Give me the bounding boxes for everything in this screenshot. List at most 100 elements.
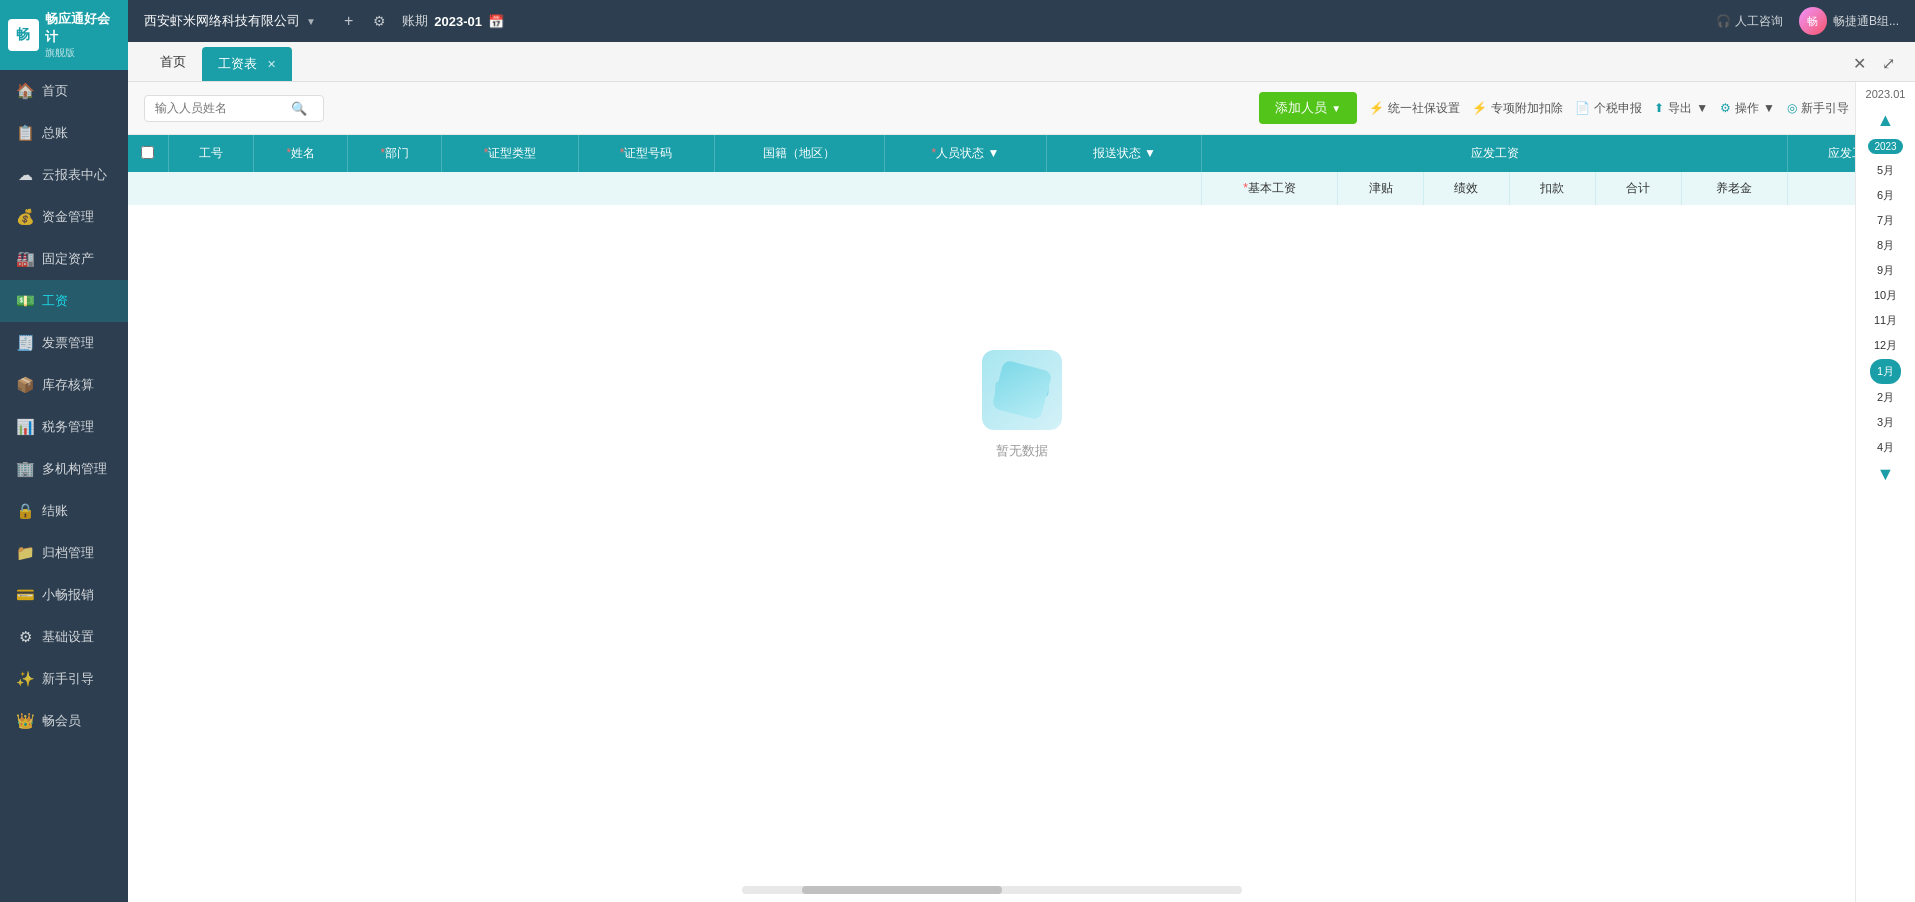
svg-rect-4: [1029, 384, 1033, 388]
company-name: 西安虾米网络科技有限公司: [144, 12, 300, 30]
month-6[interactable]: 6月: [1864, 183, 1906, 208]
th-checkbox[interactable]: [128, 135, 168, 172]
personal-tax-button[interactable]: 📄 个税申报: [1575, 100, 1642, 117]
empty-text: 暂无数据: [996, 442, 1048, 460]
search-icon: 🔍: [291, 101, 307, 116]
month-8[interactable]: 8月: [1864, 233, 1906, 258]
status-filter-icon[interactable]: ▼: [988, 146, 1000, 160]
sidebar-item-tax[interactable]: 📊 税务管理: [0, 406, 128, 448]
th-sub-spacer: [128, 172, 1201, 205]
sidebar-item-archive[interactable]: 📁 归档管理: [0, 532, 128, 574]
new-guide-button[interactable]: ◎ 新手引导: [1787, 100, 1849, 117]
sidebar-label-cloud-report: 云报表中心: [42, 166, 107, 184]
svg-rect-2: [1026, 381, 1036, 391]
export-button[interactable]: ⬆ 导出 ▼: [1654, 100, 1708, 117]
app-version: 旗舰版: [45, 46, 120, 60]
period-info: 账期 2023-01 📅: [402, 12, 504, 30]
sidebar-item-inventory[interactable]: 📦 库存核算: [0, 364, 128, 406]
customer-service[interactable]: 🎧 人工咨询: [1716, 13, 1783, 30]
next-year-button[interactable]: ▼: [1873, 460, 1899, 489]
tab-salary[interactable]: 工资表 ✕: [202, 47, 292, 81]
sidebar-item-expense[interactable]: 💳 小畅报销: [0, 574, 128, 616]
service-label: 人工咨询: [1735, 13, 1783, 30]
month-11[interactable]: 11月: [1864, 308, 1906, 333]
sidebar-label-expense: 小畅报销: [42, 586, 94, 604]
tab-home[interactable]: 首页: [144, 45, 202, 81]
prev-year-button[interactable]: ▲: [1873, 106, 1899, 135]
month-2[interactable]: 2月: [1864, 385, 1906, 410]
sidebar-label-tax: 税务管理: [42, 418, 94, 436]
special-deduction-icon: ⚡: [1472, 101, 1487, 115]
month-4[interactable]: 4月: [1864, 435, 1906, 460]
month-5[interactable]: 5月: [1864, 158, 1906, 183]
th-id: 工号: [168, 135, 254, 172]
sidebar-item-invoice[interactable]: 🧾 发票管理: [0, 322, 128, 364]
archive-icon: 📁: [16, 544, 34, 562]
month-9[interactable]: 9月: [1864, 258, 1906, 283]
scrollbar-thumb[interactable]: [802, 886, 1002, 894]
svg-rect-3: [1011, 384, 1015, 388]
sidebar-item-salary[interactable]: 💵 工资: [0, 280, 128, 322]
social-security-button[interactable]: ⚡ 统一社保设置: [1369, 100, 1460, 117]
user-menu[interactable]: 畅 畅捷通B组...: [1799, 7, 1899, 35]
th-id-no: *证型号码: [578, 135, 714, 172]
company-selector[interactable]: 西安虾米网络科技有限公司 ▼: [144, 12, 316, 30]
sidebar-item-cloud-report[interactable]: ☁ 云报表中心: [0, 154, 128, 196]
salary-icon: 💵: [16, 292, 34, 310]
sidebar-item-close[interactable]: 🔒 结账: [0, 490, 128, 532]
month-10[interactable]: 10月: [1864, 283, 1906, 308]
scrollbar-track: [742, 886, 1242, 894]
tab-salary-close[interactable]: ✕: [267, 58, 276, 70]
toolbar: 🔍 添加人员 ▼ ⚡ 统一社保设置 ⚡ 专项附加扣除 📄 个税申报 ⬆ 导出: [128, 82, 1915, 135]
th-performance: 绩效: [1423, 172, 1509, 205]
sidebar-item-ledger[interactable]: 📋 总账: [0, 112, 128, 154]
sidebar-label-guide: 新手引导: [42, 670, 94, 688]
month-1[interactable]: 1月: [1870, 359, 1900, 384]
sidebar-label-inventory: 库存核算: [42, 376, 94, 394]
settings-button[interactable]: ⚙: [369, 9, 390, 33]
select-all-checkbox[interactable]: [141, 146, 154, 159]
special-deduction-button[interactable]: ⚡ 专项附加扣除: [1472, 100, 1563, 117]
sidebar-item-fixed-assets[interactable]: 🏭 固定资产: [0, 238, 128, 280]
tabs-bar: 首页 工资表 ✕ ✕ ⤢: [128, 42, 1915, 82]
member-icon: 👑: [16, 712, 34, 730]
month-3[interactable]: 3月: [1864, 410, 1906, 435]
sidebar-item-multi-org[interactable]: 🏢 多机构管理: [0, 448, 128, 490]
add-person-button[interactable]: 添加人员 ▼: [1259, 92, 1357, 124]
month-7[interactable]: 7月: [1864, 208, 1906, 233]
sidebar-item-home[interactable]: 🏠 首页: [0, 70, 128, 112]
sidebar-label-invoice: 发票管理: [42, 334, 94, 352]
operate-button[interactable]: ⚙ 操作 ▼: [1720, 100, 1775, 117]
sidebar-item-guide[interactable]: ✨ 新手引导: [0, 658, 128, 700]
maximize-button[interactable]: ⤢: [1878, 50, 1899, 77]
sidebar-label-close: 结账: [42, 502, 68, 520]
svg-rect-8: [1042, 382, 1048, 396]
report-filter-icon[interactable]: ▼: [1144, 146, 1156, 160]
expense-icon: 💳: [16, 586, 34, 604]
search-wrap[interactable]: 🔍: [144, 95, 324, 122]
sidebar-label-member: 畅会员: [42, 712, 81, 730]
period-label: 账期: [402, 12, 428, 30]
export-icon: ⬆: [1654, 101, 1664, 115]
settings-icon: ⚙: [16, 628, 34, 646]
year-badge: 2023: [1868, 139, 1902, 154]
sidebar-item-member[interactable]: 👑 畅会员: [0, 700, 128, 742]
personal-tax-icon: 📄: [1575, 101, 1590, 115]
main-content: 🔍 添加人员 ▼ ⚡ 统一社保设置 ⚡ 专项附加扣除 📄 个税申报 ⬆ 导出: [128, 82, 1915, 902]
guide-icon: ✨: [16, 670, 34, 688]
sidebar-label-settings: 基础设置: [42, 628, 94, 646]
month-12[interactable]: 12月: [1864, 333, 1906, 358]
search-input[interactable]: [155, 101, 285, 115]
horizontal-scrollbar[interactable]: [128, 886, 1855, 894]
sidebar-item-fund[interactable]: 💰 资金管理: [0, 196, 128, 238]
sidebar-label-fixed-assets: 固定资产: [42, 250, 94, 268]
calendar-icon[interactable]: 📅: [488, 14, 504, 29]
close-panel-button[interactable]: ✕: [1849, 50, 1870, 77]
export-dropdown-arrow: ▼: [1696, 101, 1708, 115]
cloud-report-icon: ☁: [16, 166, 34, 184]
add-company-button[interactable]: +: [340, 8, 357, 34]
sidebar-item-settings[interactable]: ⚙ 基础设置: [0, 616, 128, 658]
th-total: 合计: [1595, 172, 1681, 205]
ledger-icon: 📋: [16, 124, 34, 142]
th-report-status: 报送状态 ▼: [1047, 135, 1202, 172]
